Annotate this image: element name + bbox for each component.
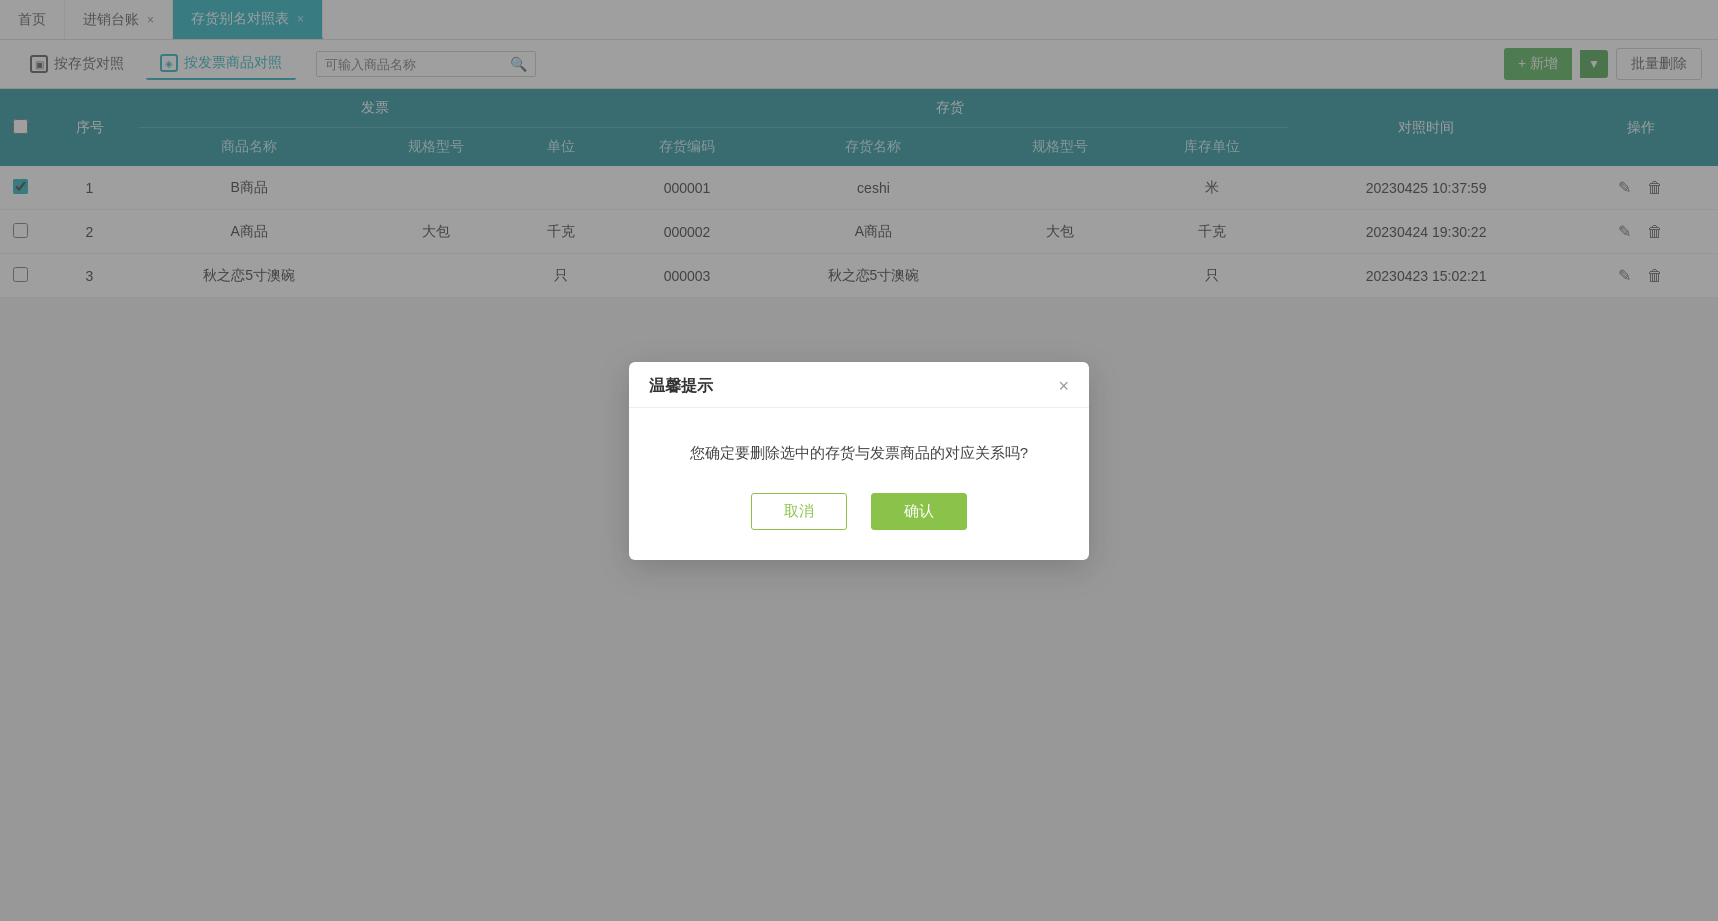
dialog-overlay: 温馨提示 × 您确定要删除选中的存货与发票商品的对应关系吗? 取消 确认 bbox=[0, 0, 1718, 298]
